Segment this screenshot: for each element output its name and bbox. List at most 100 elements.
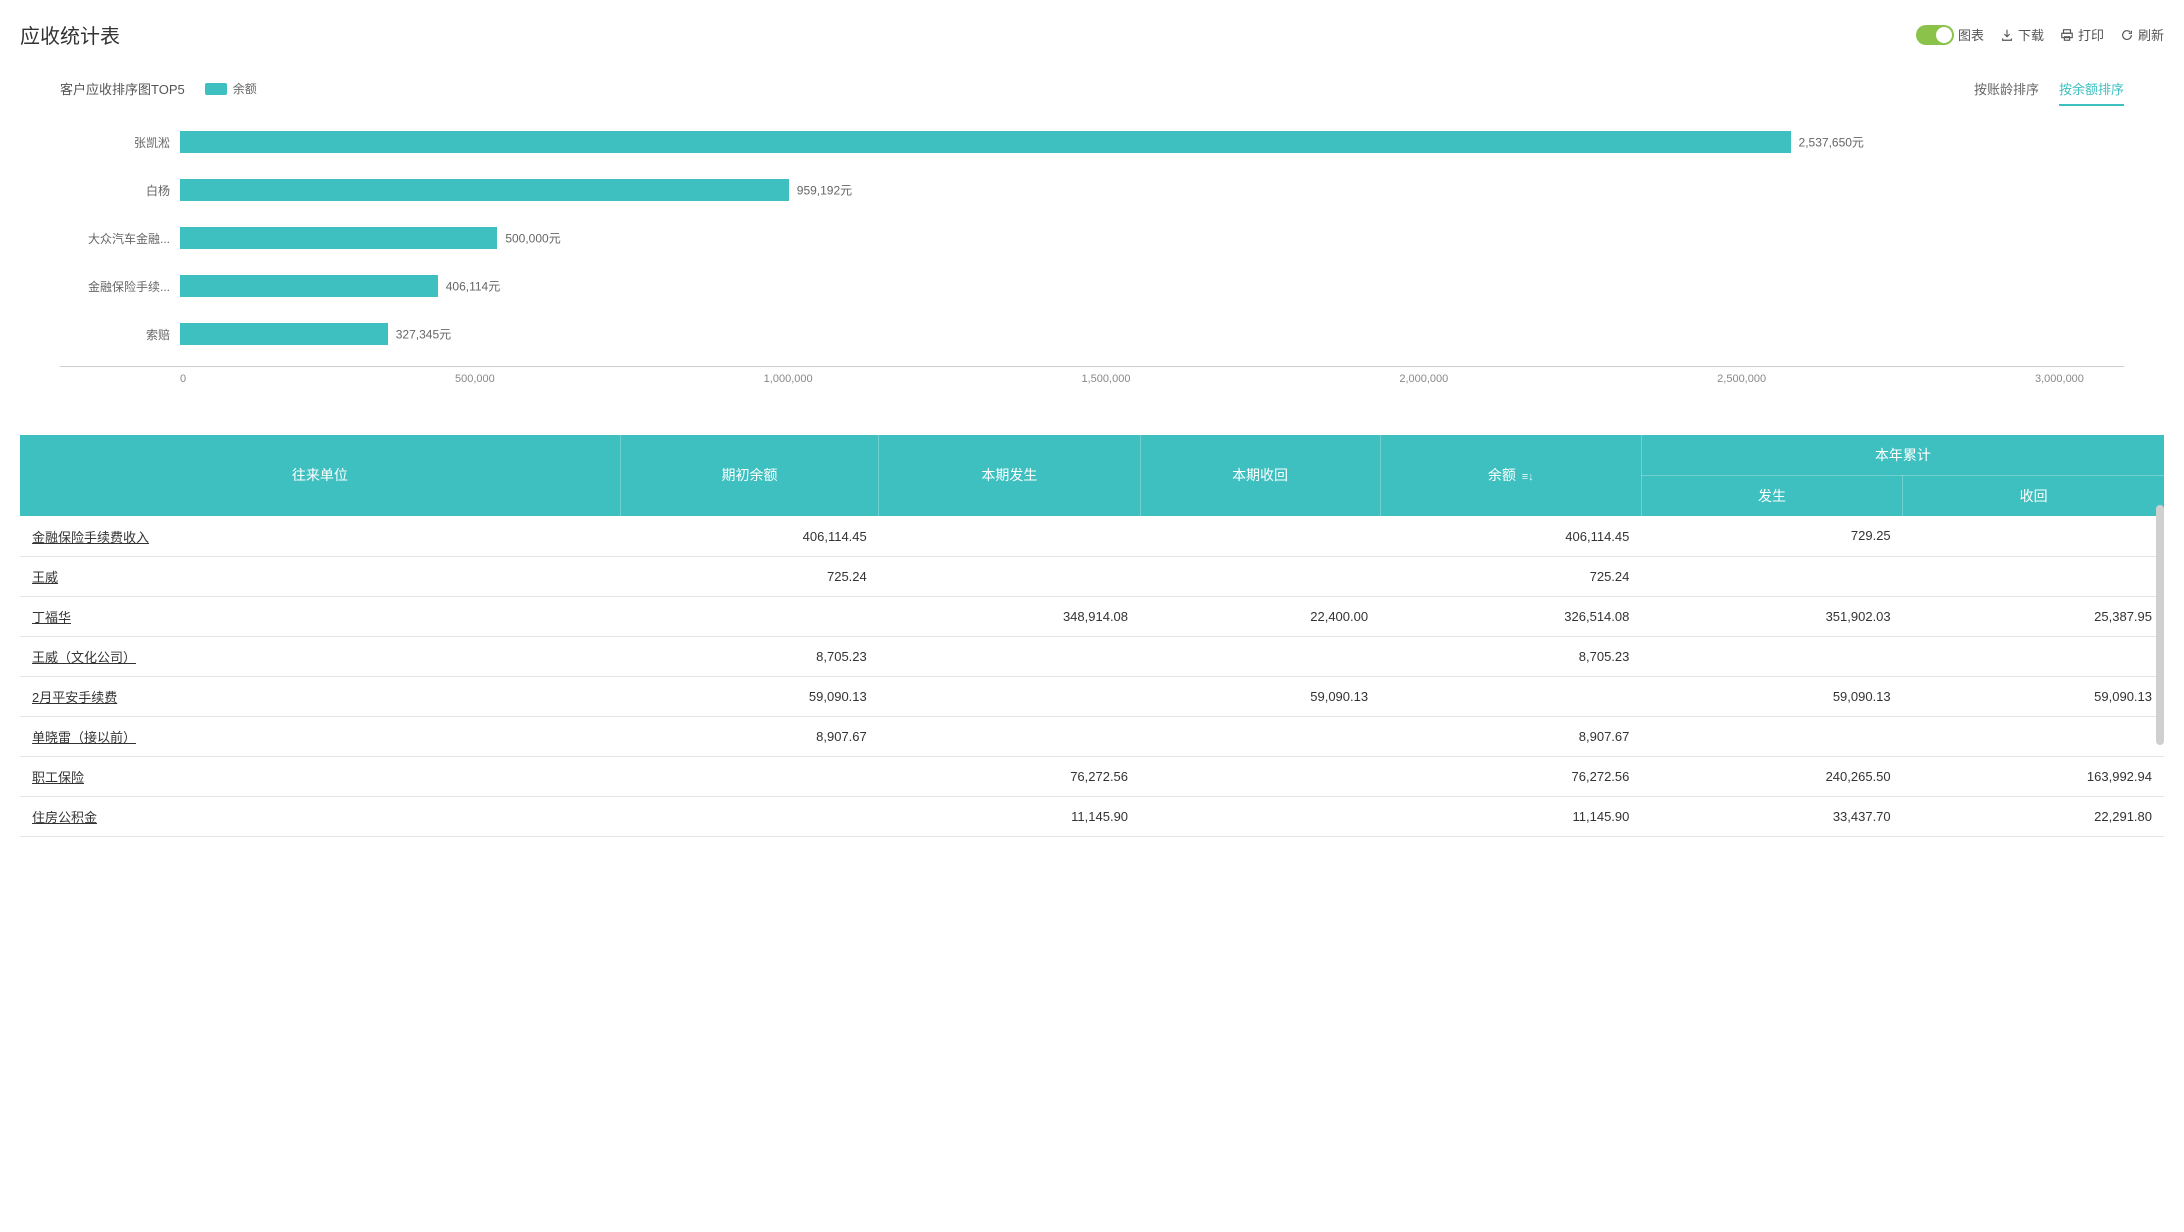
print-button[interactable]: 打印 (2060, 25, 2104, 44)
th-year-occur[interactable]: 发生 (1641, 476, 1902, 517)
table-cell-year_recover: 25,387.95 (1903, 596, 2164, 636)
table-row: 金融保险手续费收入406,114.45406,114.45729.25 (20, 516, 2164, 556)
page-title: 应收统计表 (20, 20, 120, 49)
scrollbar[interactable] (2156, 505, 2164, 745)
table-cell-current_occur: 348,914.08 (879, 596, 1140, 636)
table-cell-unit[interactable]: 王威（文化公司） (20, 636, 620, 676)
table-cell-year_occur: 59,090.13 (1641, 676, 1902, 716)
table-row: 单晓雷（接以前）8,907.678,907.67 (20, 716, 2164, 756)
bar-value-label: 406,114元 (446, 278, 501, 295)
bar-value-label: 500,000元 (505, 230, 560, 247)
bar-fill[interactable] (180, 275, 438, 297)
table-cell-unit[interactable]: 王威 (20, 556, 620, 596)
table-section: 往来单位 期初余额 本期发生 本期收回 余额 ≡↓ 本年累计 发生 收回 金融保… (20, 435, 2164, 837)
bar-category-label: 张凯淞 (60, 134, 170, 151)
table-row: 住房公积金11,145.9011,145.9033,437.7022,291.8… (20, 796, 2164, 836)
table-cell-opening (620, 756, 878, 796)
table-row: 王威725.24725.24 (20, 556, 2164, 596)
table-cell-unit[interactable]: 住房公积金 (20, 796, 620, 836)
bar-category-label: 索赔 (60, 326, 170, 343)
table-cell-year_recover (1903, 516, 2164, 556)
table-cell-year_recover (1903, 716, 2164, 756)
table-cell-year_recover: 163,992.94 (1903, 756, 2164, 796)
table-cell-unit[interactable]: 金融保险手续费收入 (20, 516, 620, 556)
table-cell-current_occur: 76,272.56 (879, 756, 1140, 796)
table-cell-year_occur (1641, 636, 1902, 676)
table-cell-year_occur: 33,437.70 (1641, 796, 1902, 836)
download-icon (2000, 28, 2014, 42)
x-axis-tick: 500,000 (455, 373, 495, 385)
chart-toggle[interactable]: 图表 (1916, 25, 1984, 45)
table-cell-opening: 8,907.67 (620, 716, 878, 756)
th-year-total: 本年累计 (1641, 435, 2164, 476)
x-axis-tick: 1,000,000 (764, 373, 813, 385)
table-cell-balance: 406,114.45 (1380, 516, 1641, 556)
chart-toggle-label: 图表 (1958, 25, 1984, 44)
bar-row: 张凯淞2,537,650元 (180, 118, 2084, 166)
table-cell-unit[interactable]: 2月平安手续费 (20, 676, 620, 716)
table-cell-balance: 76,272.56 (1380, 756, 1641, 796)
bar-row: 大众汽车金融...500,000元 (180, 214, 2084, 262)
th-opening[interactable]: 期初余额 (620, 435, 878, 516)
print-label: 打印 (2078, 25, 2104, 44)
download-button[interactable]: 下载 (2000, 25, 2044, 44)
refresh-label: 刷新 (2138, 25, 2164, 44)
tab-sort-by-balance[interactable]: 按余额排序 (2059, 79, 2124, 106)
table-cell-current_recover (1140, 516, 1380, 556)
table-cell-current_recover: 22,400.00 (1140, 596, 1380, 636)
table-cell-balance: 8,705.23 (1380, 636, 1641, 676)
table-cell-unit[interactable]: 职工保险 (20, 756, 620, 796)
chart-x-axis: 0500,0001,000,0001,500,0002,000,0002,500… (60, 366, 2124, 385)
bar-fill[interactable] (180, 227, 497, 249)
bar-fill[interactable] (180, 179, 789, 201)
table-cell-unit[interactable]: 丁福华 (20, 596, 620, 636)
download-label: 下载 (2018, 25, 2044, 44)
table-row: 王威（文化公司）8,705.238,705.23 (20, 636, 2164, 676)
table-cell-balance: 326,514.08 (1380, 596, 1641, 636)
table-cell-year_occur (1641, 556, 1902, 596)
table-cell-year_occur: 729.25 (1641, 516, 1902, 556)
table-cell-opening: 59,090.13 (620, 676, 878, 716)
table-row: 职工保险76,272.5676,272.56240,265.50163,992.… (20, 756, 2164, 796)
print-icon (2060, 28, 2074, 42)
table-row: 丁福华348,914.0822,400.00326,514.08351,902.… (20, 596, 2164, 636)
table-cell-current_occur (879, 676, 1140, 716)
table-cell-current_occur (879, 636, 1140, 676)
table-cell-year_recover (1903, 556, 2164, 596)
table-cell-current_recover (1140, 556, 1380, 596)
data-table: 往来单位 期初余额 本期发生 本期收回 余额 ≡↓ 本年累计 发生 收回 金融保… (20, 435, 2164, 837)
table-cell-current_occur (879, 516, 1140, 556)
table-cell-current_recover (1140, 756, 1380, 796)
legend-swatch-icon (205, 83, 227, 95)
chart-area: 张凯淞2,537,650元白杨959,192元大众汽车金融...500,000元… (60, 118, 2124, 358)
bar-row: 金融保险手续...406,114元 (180, 262, 2084, 310)
th-unit[interactable]: 往来单位 (20, 435, 620, 516)
table-cell-year_occur: 240,265.50 (1641, 756, 1902, 796)
th-year-recover[interactable]: 收回 (1903, 476, 2164, 517)
chart-section: 客户应收排序图TOP5 余额 按账龄排序 按余额排序 张凯淞2,537,650元… (20, 69, 2164, 415)
th-current-occur[interactable]: 本期发生 (879, 435, 1140, 516)
refresh-button[interactable]: 刷新 (2120, 25, 2164, 44)
bar-row: 索赔327,345元 (180, 310, 2084, 358)
bar-fill[interactable] (180, 323, 388, 345)
table-cell-year_occur (1641, 716, 1902, 756)
table-cell-balance: 11,145.90 (1380, 796, 1641, 836)
legend-label: 余额 (233, 80, 257, 97)
table-cell-unit[interactable]: 单晓雷（接以前） (20, 716, 620, 756)
table-cell-opening: 725.24 (620, 556, 878, 596)
tab-sort-by-age[interactable]: 按账龄排序 (1974, 79, 2039, 106)
table-cell-current_recover (1140, 716, 1380, 756)
table-cell-current_recover: 59,090.13 (1140, 676, 1380, 716)
th-balance[interactable]: 余额 ≡↓ (1380, 435, 1641, 516)
legend-item[interactable]: 余额 (205, 80, 257, 97)
toggle-switch-icon[interactable] (1916, 25, 1954, 45)
table-cell-opening (620, 796, 878, 836)
table-cell-current_recover (1140, 636, 1380, 676)
toolbar: 图表 下载 打印 刷新 (1916, 25, 2164, 45)
x-axis-tick: 0 (180, 373, 186, 385)
bar-fill[interactable] (180, 131, 1791, 153)
refresh-icon (2120, 28, 2134, 42)
th-current-recover[interactable]: 本期收回 (1140, 435, 1380, 516)
table-cell-balance (1380, 676, 1641, 716)
table-cell-balance: 8,907.67 (1380, 716, 1641, 756)
